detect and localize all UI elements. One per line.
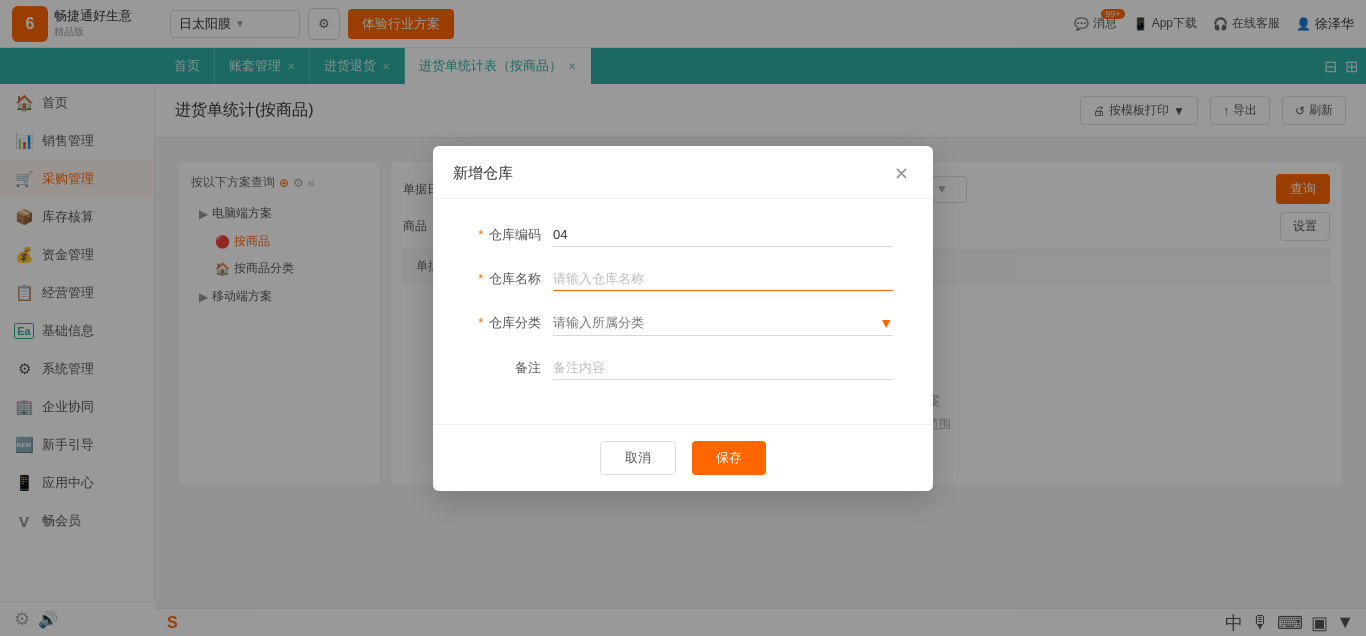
new-warehouse-modal: 新增仓库 ✕ * 仓库编码 * 仓库名称 [433, 146, 933, 491]
modal-footer: 取消 保存 [433, 424, 933, 491]
code-label-text: 仓库编码 [489, 227, 541, 242]
form-row-remark: 备注 [473, 356, 893, 380]
category-select-arrow-icon[interactable]: ▼ [879, 315, 893, 331]
form-remark-label: 备注 [473, 359, 553, 377]
form-code-label: * 仓库编码 [473, 226, 553, 244]
category-label-text: 仓库分类 [489, 315, 541, 330]
category-input[interactable] [553, 315, 879, 330]
form-name-label: * 仓库名称 [473, 270, 553, 288]
warehouse-category-select[interactable]: ▼ [553, 311, 893, 336]
save-button[interactable]: 保存 [692, 441, 766, 475]
modal-close-button[interactable]: ✕ [889, 162, 913, 186]
warehouse-code-input[interactable] [553, 223, 893, 247]
form-row-category: * 仓库分类 ▼ [473, 311, 893, 336]
modal-title: 新增仓库 [453, 164, 513, 183]
modal-body: * 仓库编码 * 仓库名称 * 仓库分类 [433, 199, 933, 424]
modal-overlay[interactable]: 新增仓库 ✕ * 仓库编码 * 仓库名称 [0, 0, 1366, 636]
form-row-code: * 仓库编码 [473, 223, 893, 247]
warehouse-name-input[interactable] [553, 267, 893, 291]
warehouse-remark-input[interactable] [553, 356, 893, 380]
remark-label-text: 备注 [515, 360, 541, 375]
form-category-label: * 仓库分类 [473, 314, 553, 332]
name-label-text: 仓库名称 [489, 271, 541, 286]
modal-header: 新增仓库 ✕ [433, 146, 933, 199]
form-row-name: * 仓库名称 [473, 267, 893, 291]
cancel-button[interactable]: 取消 [600, 441, 676, 475]
